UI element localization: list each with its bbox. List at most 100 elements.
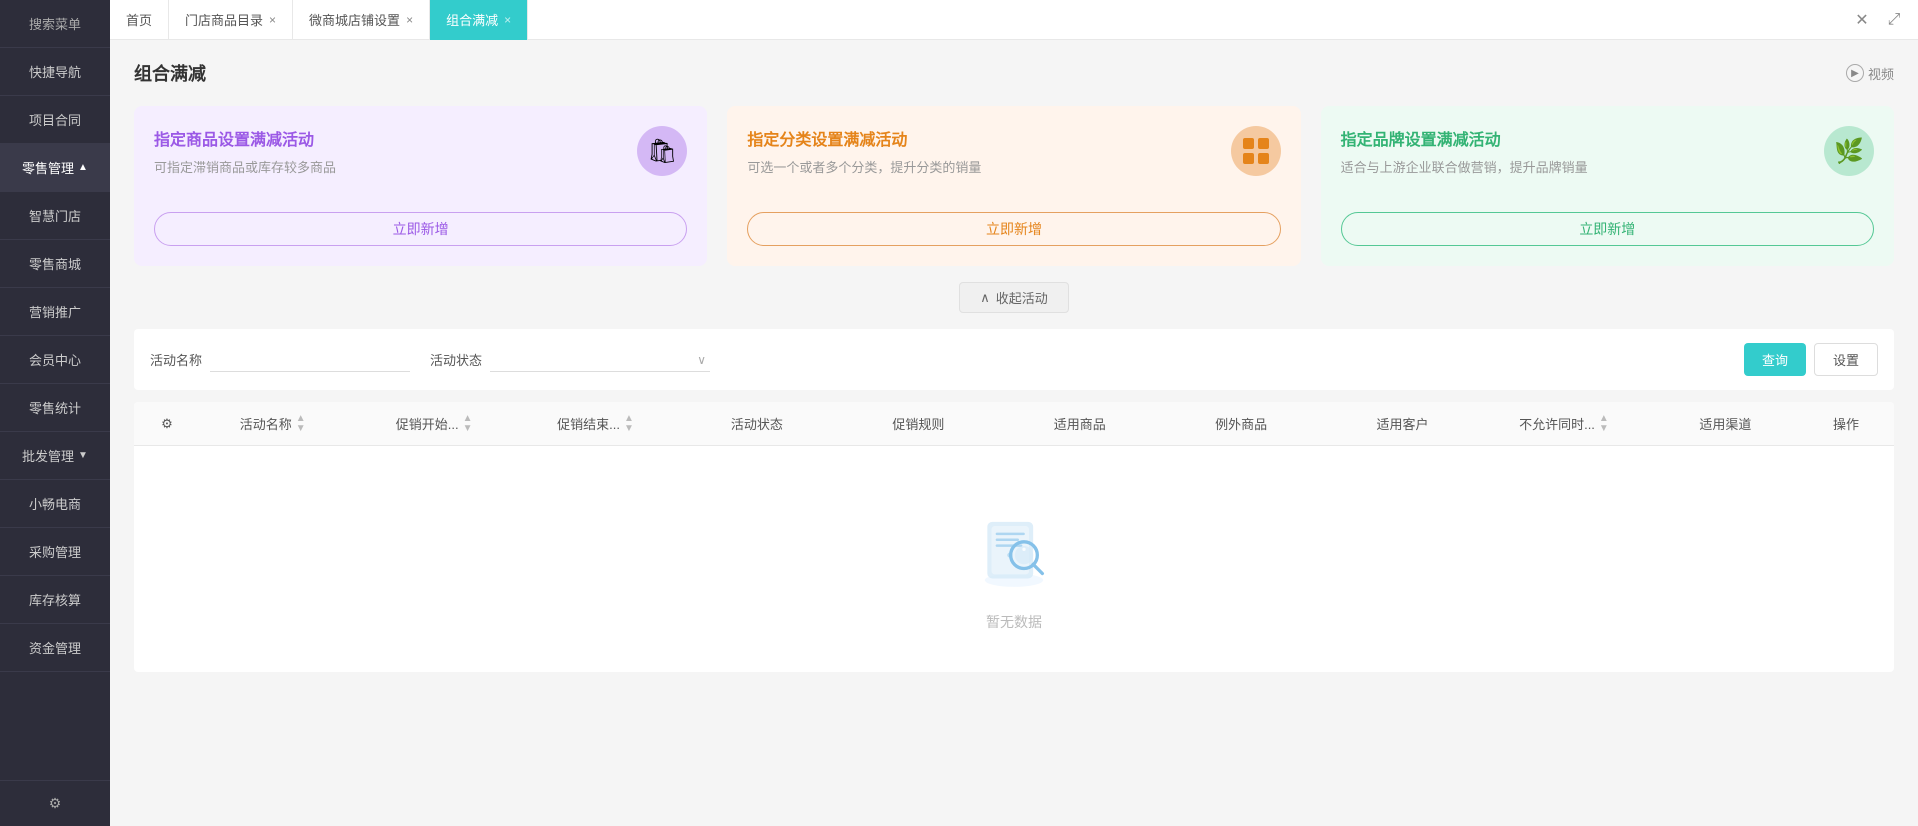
th-activity-name-label: 活动名称 [240,414,292,433]
tab-combo-discount-close[interactable]: × [504,13,511,27]
maximize-button[interactable]: ⤢ [1882,8,1906,32]
th-promo-end-label: 促销结束... [557,414,620,433]
collapse-btn[interactable]: ∧ 收起活动 [959,282,1069,313]
activity-status-select[interactable] [490,348,710,372]
sidebar-item-xiaochang-ecom[interactable]: 小畅电商 [0,480,110,528]
setting-button[interactable]: 设置 [1814,343,1878,376]
tab-combo-discount[interactable]: 组合满减 × [430,0,528,40]
brand-card-icon: 🌿 [1824,126,1874,176]
sidebar-item-inventory-calc[interactable]: 库存核算 [0,576,110,624]
activity-name-input[interactable] [210,348,410,372]
th-promo-start[interactable]: 促销开始... ▲▼ [353,414,514,434]
empty-text: 暂无数据 [986,612,1042,632]
th-exception-goods: 例外商品 [1160,414,1321,433]
sidebar: 搜索菜单 快捷导航 项目合同 零售管理 ▲ 智慧门店 零售商城 营销推广 会员中… [0,0,110,826]
sidebar-item-fund-mgmt[interactable]: 资金管理 [0,624,110,672]
sidebar-item-label: 库存核算 [29,590,81,609]
brand-card-add-btn[interactable]: 立即新增 [1341,212,1874,246]
data-table: ⚙ 活动名称 ▲▼ 促销开始... ▲▼ 促销结束... ▲▼ 活动状态 [134,402,1894,672]
content-area: 组合满减 ▶ 视频 🛍 指定商品设置满减活动 可指定滞销商品或库存较多商品 立即… [110,40,1918,826]
tab-wechat-store-label: 微商城店铺设置 [309,10,400,29]
close-all-button[interactable]: ✕ [1850,8,1874,32]
th-applicable-channel-label: 适用渠道 [1699,414,1751,433]
promo-cards-row: 🛍 指定商品设置满减活动 可指定滞销商品或库存较多商品 立即新增 指定分类设置满… [134,106,1894,266]
brand-card-title: 指定品牌设置满减活动 [1341,126,1874,150]
sidebar-item-label: 零售统计 [29,398,81,417]
product-promo-card: 🛍 指定商品设置满减活动 可指定滞销商品或库存较多商品 立即新增 [134,106,707,266]
category-card-icon [1231,126,1281,176]
th-promo-end[interactable]: 促销结束... ▲▼ [515,414,676,434]
th-activity-status: 活动状态 [676,414,837,433]
sort-icon: ▲▼ [624,414,634,434]
activity-status-label: 活动状态 [430,350,482,369]
th-promo-rule-label: 促销规则 [892,414,944,433]
sidebar-item-retail-stats[interactable]: 零售统计 [0,384,110,432]
sidebar-item-label: 零售商城 [29,254,81,273]
category-card-desc: 可选一个或者多个分类，提升分类的销量 [747,158,1280,198]
sidebar-item-label: 零售管理 [22,158,74,177]
empty-state: 暂无数据 [134,446,1894,672]
th-applicable-goods: 适用商品 [999,414,1160,433]
activity-status-filter: 活动状态 ∨ [430,348,710,372]
tabbar: 首页 门店商品目录 × 微商城店铺设置 × 组合满减 × ✕ ⤢ [110,0,1918,40]
sidebar-item-retail-mgmt[interactable]: 零售管理 ▲ [0,144,110,192]
sidebar-search[interactable]: 搜索菜单 [0,0,110,48]
sidebar-settings-btn[interactable]: ⚙ [0,780,110,826]
query-button[interactable]: 查询 [1744,343,1806,376]
th-not-allow-concurrent-label: 不允许同时... [1519,414,1595,433]
activity-name-label: 活动名称 [150,350,202,369]
category-promo-card: 指定分类设置满减活动 可选一个或者多个分类，提升分类的销量 立即新增 [727,106,1300,266]
tab-combo-discount-label: 组合满减 [446,10,498,29]
page-title: 组合满减 [134,60,206,86]
product-card-add-btn[interactable]: 立即新增 [154,212,687,246]
sort-icon: ▲▼ [463,414,473,434]
tab-home-label: 首页 [126,10,152,29]
th-gear[interactable]: ⚙ [142,416,192,432]
th-activity-name[interactable]: 活动名称 ▲▼ [192,414,353,434]
play-icon: ▶ [1846,64,1864,82]
filter-actions: 查询 设置 [1744,343,1878,376]
sidebar-item-smart-store[interactable]: 智慧门店 [0,192,110,240]
sidebar-item-project-contract[interactable]: 项目合同 [0,96,110,144]
sidebar-item-member-center[interactable]: 会员中心 [0,336,110,384]
sort-icon: ▲▼ [1599,414,1609,434]
sidebar-item-label: 快捷导航 [29,62,81,81]
th-promo-start-label: 促销开始... [396,414,459,433]
sidebar-item-quick-nav[interactable]: 快捷导航 [0,48,110,96]
product-card-title: 指定商品设置满减活动 [154,126,687,150]
sidebar-item-retail-mall[interactable]: 零售商城 [0,240,110,288]
th-operations: 操作 [1806,414,1886,433]
brand-promo-card: 🌿 指定品牌设置满减活动 适合与上游企业联合做营销，提升品牌销量 立即新增 [1321,106,1894,266]
table-header: ⚙ 活动名称 ▲▼ 促销开始... ▲▼ 促销结束... ▲▼ 活动状态 [134,402,1894,446]
sidebar-item-purchase-mgmt[interactable]: 采购管理 [0,528,110,576]
category-card-add-btn[interactable]: 立即新增 [747,212,1280,246]
sidebar-item-label: 项目合同 [29,110,81,129]
th-not-allow-concurrent[interactable]: 不允许同时... ▲▼ [1483,414,1644,434]
activity-name-filter: 活动名称 [150,348,410,372]
collapse-bar: ∧ 收起活动 [134,282,1894,313]
category-card-title: 指定分类设置满减活动 [747,126,1280,150]
sidebar-item-label: 资金管理 [29,638,81,657]
empty-illustration [964,506,1064,596]
sidebar-item-label: 小畅电商 [29,494,81,513]
sort-icon: ▲▼ [296,414,306,434]
tab-home[interactable]: 首页 [110,0,169,40]
gear-icon: ⚙ [49,795,62,811]
tabbar-actions: ✕ ⤢ [1850,8,1918,32]
tab-wechat-store-close[interactable]: × [406,13,413,27]
video-label: 视频 [1868,64,1894,83]
tab-store-catalog-close[interactable]: × [269,13,276,27]
tab-wechat-store[interactable]: 微商城店铺设置 × [293,0,430,40]
chevron-up-icon: ▲ [78,162,88,173]
sidebar-item-wholesale-mgmt[interactable]: 批发管理 ▼ [0,432,110,480]
tab-store-catalog[interactable]: 门店商品目录 × [169,0,293,40]
th-applicable-channel: 适用渠道 [1645,414,1806,433]
sidebar-item-marketing[interactable]: 营销推广 [0,288,110,336]
sidebar-item-label: 智慧门店 [29,206,81,225]
filter-row: 活动名称 活动状态 ∨ 查询 设置 [134,329,1894,390]
video-link[interactable]: ▶ 视频 [1846,64,1894,83]
product-card-icon: 🛍 [637,126,687,176]
th-applicable-goods-label: 适用商品 [1054,414,1106,433]
sidebar-item-label: 采购管理 [29,542,81,561]
chevron-down-icon: ▼ [78,450,88,461]
